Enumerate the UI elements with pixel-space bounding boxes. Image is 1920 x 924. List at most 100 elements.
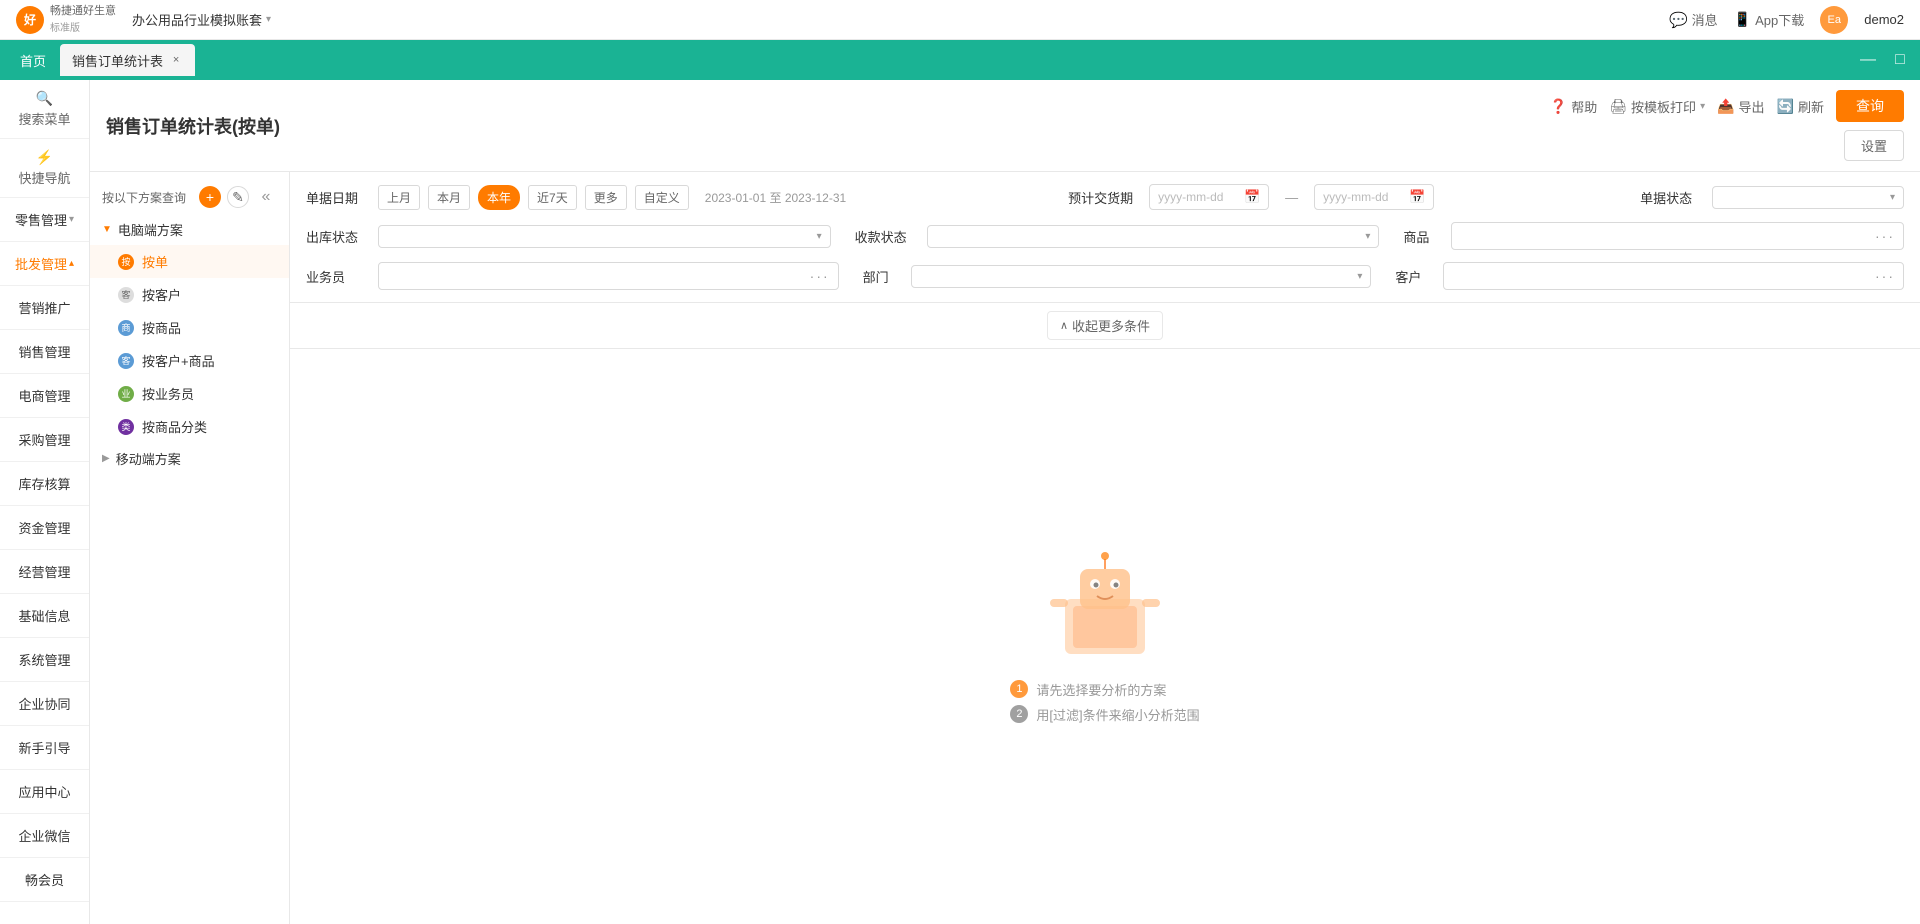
tab-bar-actions: — □ — [1856, 48, 1912, 72]
payment-status-select[interactable]: ▾ — [927, 225, 1380, 248]
app-download-action[interactable]: 📱 App下载 — [1734, 10, 1805, 29]
sidebar-item-wholesale-label: 批发管理 — [15, 254, 67, 273]
scheme-item-by-goods-icon: 商 — [118, 320, 134, 336]
help-action[interactable]: ❓ 帮助 — [1550, 97, 1597, 116]
sidebar-item-app-center[interactable]: 应用中心 — [0, 770, 89, 814]
scheme-item-by-goods[interactable]: 商 按商品 — [90, 311, 289, 344]
workspace-selector[interactable]: 办公用品行业模拟账套 ▾ — [124, 6, 279, 33]
more-date-btn[interactable]: 更多 — [585, 185, 627, 210]
print-chevron-icon: ▾ — [1700, 101, 1705, 112]
logo-sub: 标准版 — [50, 19, 116, 34]
sidebar-item-enterprise-wx-label: 企业微信 — [18, 829, 70, 844]
custom-date-btn[interactable]: 自定义 — [635, 185, 689, 210]
scheme-category-pc[interactable]: ▼ 电脑端方案 — [90, 214, 289, 245]
scheme-item-by-order[interactable]: 按 按单 — [90, 245, 289, 278]
settings-button[interactable]: 设置 — [1844, 130, 1904, 161]
tab-home[interactable]: 首页 — [8, 44, 58, 76]
scheme-item-by-goods-category-icon: 类 — [118, 419, 134, 435]
sidebar-item-enterprise-wx[interactable]: 企业微信 — [0, 814, 89, 858]
sidebar-item-finance-label: 资金管理 — [18, 521, 70, 536]
message-label: 消息 — [1692, 10, 1718, 29]
refresh-icon: 🔄 — [1777, 98, 1794, 115]
sidebar-item-marketing[interactable]: 营销推广 — [0, 286, 89, 330]
collapse-button[interactable]: ∧ 收起更多条件 — [1047, 311, 1163, 340]
goods-select[interactable]: ··· — [1451, 222, 1904, 250]
export-action[interactable]: 📤 导出 — [1717, 97, 1764, 116]
sidebar-item-retail-arrow: ▾ — [69, 214, 74, 225]
scheme-edit-btn[interactable]: ✎ — [227, 186, 249, 208]
sidebar: 🔍 搜索菜单 ⚡ 快捷导航 零售管理 ▾ 批发管理 ▴ 营销推广 销售管理 电商… — [0, 80, 90, 924]
message-action[interactable]: 💬 消息 — [1669, 10, 1718, 29]
customer-select[interactable]: ··· — [1443, 262, 1904, 290]
sidebar-item-vip[interactable]: 畅会员 — [0, 858, 89, 902]
date-dash: — — [1285, 190, 1298, 205]
refresh-action[interactable]: 🔄 刷新 — [1777, 97, 1824, 116]
expected-date-end[interactable]: yyyy-mm-dd 📅 — [1314, 184, 1434, 210]
sidebar-item-enterprise[interactable]: 企业协同 — [0, 682, 89, 726]
right-section: 单据日期 上月 本月 本年 近7天 更多 自定义 2023-01-01 至 20… — [290, 172, 1920, 924]
scheme-item-by-goods-category[interactable]: 类 按商品分类 — [90, 410, 289, 443]
tab-minimize-btn[interactable]: — — [1856, 48, 1880, 72]
sidebar-quick-nav[interactable]: ⚡ 快捷导航 — [0, 139, 89, 198]
quick-nav-icon: ⚡ — [8, 149, 81, 166]
sidebar-item-retail-label: 零售管理 — [15, 210, 67, 229]
sidebar-item-operations[interactable]: 经营管理 — [0, 550, 89, 594]
sidebar-item-inventory[interactable]: 库存核算 — [0, 462, 89, 506]
sidebar-item-sales[interactable]: 销售管理 — [0, 330, 89, 374]
scheme-item-by-customer-goods[interactable]: 客 按客户+商品 — [90, 344, 289, 377]
sidebar-item-purchase[interactable]: 采购管理 — [0, 418, 89, 462]
scheme-item-by-order-label: 按单 — [142, 252, 168, 271]
this-month-btn[interactable]: 本月 — [428, 185, 470, 210]
scheme-item-by-order-icon: 按 — [118, 254, 134, 270]
user-avatar[interactable]: Ea — [1820, 6, 1848, 34]
scheme-add-btn[interactable]: + — [199, 186, 221, 208]
last7days-btn[interactable]: 近7天 — [528, 185, 577, 210]
search-icon: 🔍 — [8, 90, 81, 107]
help-label: 帮助 — [1571, 97, 1597, 116]
department-select[interactable]: ▾ — [911, 265, 1372, 288]
empty-step-1: 1 请先选择要分析的方案 — [1010, 680, 1199, 699]
sidebar-item-wholesale-arrow: ▴ — [69, 258, 74, 269]
sidebar-item-newbie[interactable]: 新手引导 — [0, 726, 89, 770]
ship-status-select[interactable]: ▾ — [378, 225, 831, 248]
doc-status-chevron-icon: ▾ — [1890, 192, 1895, 203]
scheme-collapse-btn[interactable]: « — [255, 186, 277, 208]
customer-more-icon[interactable]: ··· — [1875, 268, 1895, 284]
scheme-item-by-customer-label: 按客户 — [142, 285, 181, 304]
below-tabs: 🔍 搜索菜单 ⚡ 快捷导航 零售管理 ▾ 批发管理 ▴ 营销推广 销售管理 电商… — [0, 80, 1920, 924]
sidebar-item-basic-info-label: 基础信息 — [18, 609, 70, 624]
query-button[interactable]: 查询 — [1836, 90, 1904, 122]
sidebar-search[interactable]: 🔍 搜索菜单 — [0, 80, 89, 139]
doc-status-select[interactable]: ▾ — [1712, 186, 1904, 209]
tab-sales-stats[interactable]: 销售订单统计表 × — [60, 44, 195, 76]
sidebar-item-purchase-label: 采购管理 — [18, 433, 70, 448]
scheme-item-by-customer[interactable]: 客 按客户 — [90, 278, 289, 311]
sidebar-item-system[interactable]: 系统管理 — [0, 638, 89, 682]
salesperson-select[interactable]: ··· — [378, 262, 839, 290]
scheme-category-mobile[interactable]: ▶ 移动端方案 — [90, 443, 289, 474]
goods-more-icon[interactable]: ··· — [1875, 228, 1895, 244]
tab-close-icon[interactable]: × — [169, 53, 183, 67]
current-year-btn[interactable]: 本年 — [478, 185, 520, 210]
tab-maximize-btn[interactable]: □ — [1888, 48, 1912, 72]
sidebar-item-basic-info[interactable]: 基础信息 — [0, 594, 89, 638]
sidebar-item-wholesale[interactable]: 批发管理 ▴ — [0, 242, 89, 286]
sidebar-item-finance[interactable]: 资金管理 — [0, 506, 89, 550]
header-actions-row: ❓ 帮助 🖨 按模板打印 ▾ 📤 导出 🔄 刷新 — [1550, 90, 1904, 122]
scheme-item-by-salesperson[interactable]: 业 按业务员 — [90, 377, 289, 410]
scheme-item-by-customer-goods-label: 按客户+商品 — [142, 351, 215, 370]
sidebar-item-retail[interactable]: 零售管理 ▾ — [0, 198, 89, 242]
last-month-btn[interactable]: 上月 — [378, 185, 420, 210]
sidebar-item-ecommerce[interactable]: 电商管理 — [0, 374, 89, 418]
header-action-group: ❓ 帮助 🖨 按模板打印 ▾ 📤 导出 🔄 刷新 — [1550, 90, 1904, 161]
salesperson-more-icon[interactable]: ··· — [810, 268, 830, 284]
print-action[interactable]: 🖨 按模板打印 ▾ — [1609, 97, 1705, 116]
expected-date-start[interactable]: yyyy-mm-dd 📅 — [1149, 184, 1269, 210]
scheme-item-by-salesperson-icon: 业 — [118, 386, 134, 402]
top-bar: 好 畅捷通好生意 标准版 办公用品行业模拟账套 ▾ 💬 消息 📱 App下载 E… — [0, 0, 1920, 40]
content-wrapper: 销售订单统计表(按单) ❓ 帮助 🖨 按模板打印 ▾ 📤 导出 — [90, 80, 1920, 924]
logo-text-area: 畅捷通好生意 标准版 — [50, 5, 116, 33]
print-label: 按模板打印 — [1631, 97, 1696, 116]
empty-hint-2: 用[过滤]条件来缩小分析范围 — [1036, 705, 1199, 724]
page-title: 销售订单统计表(按单) — [106, 113, 280, 139]
